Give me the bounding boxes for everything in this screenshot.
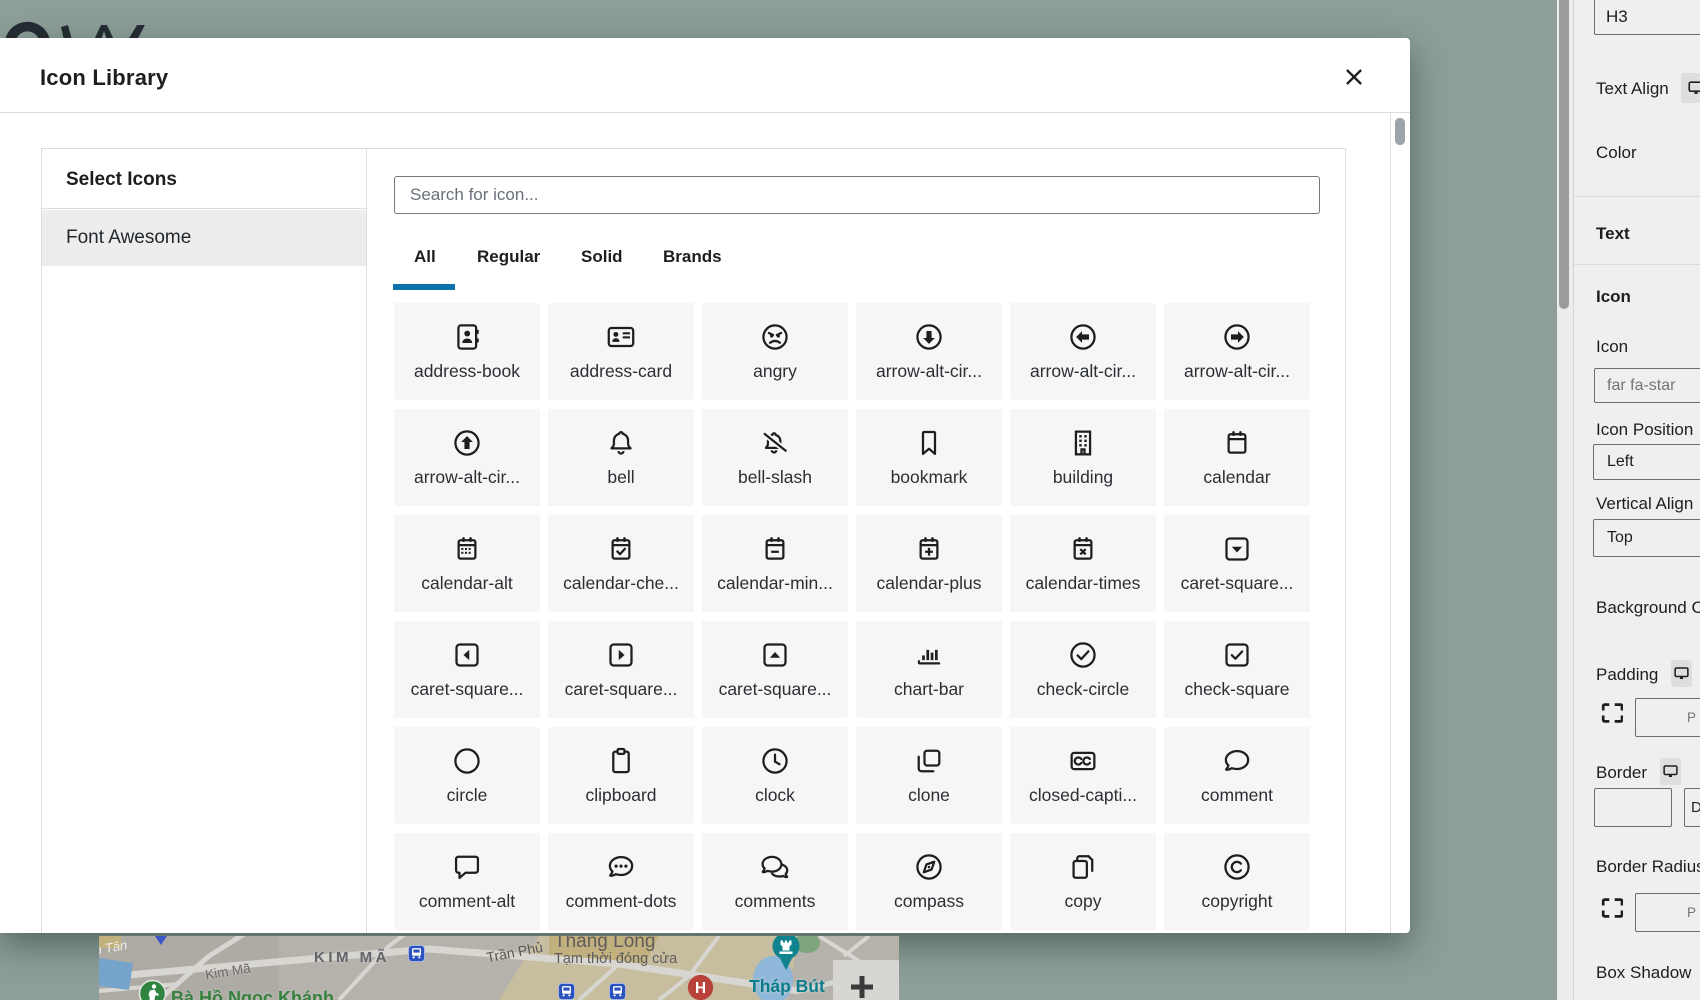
svg-text:H: H [695,980,706,997]
